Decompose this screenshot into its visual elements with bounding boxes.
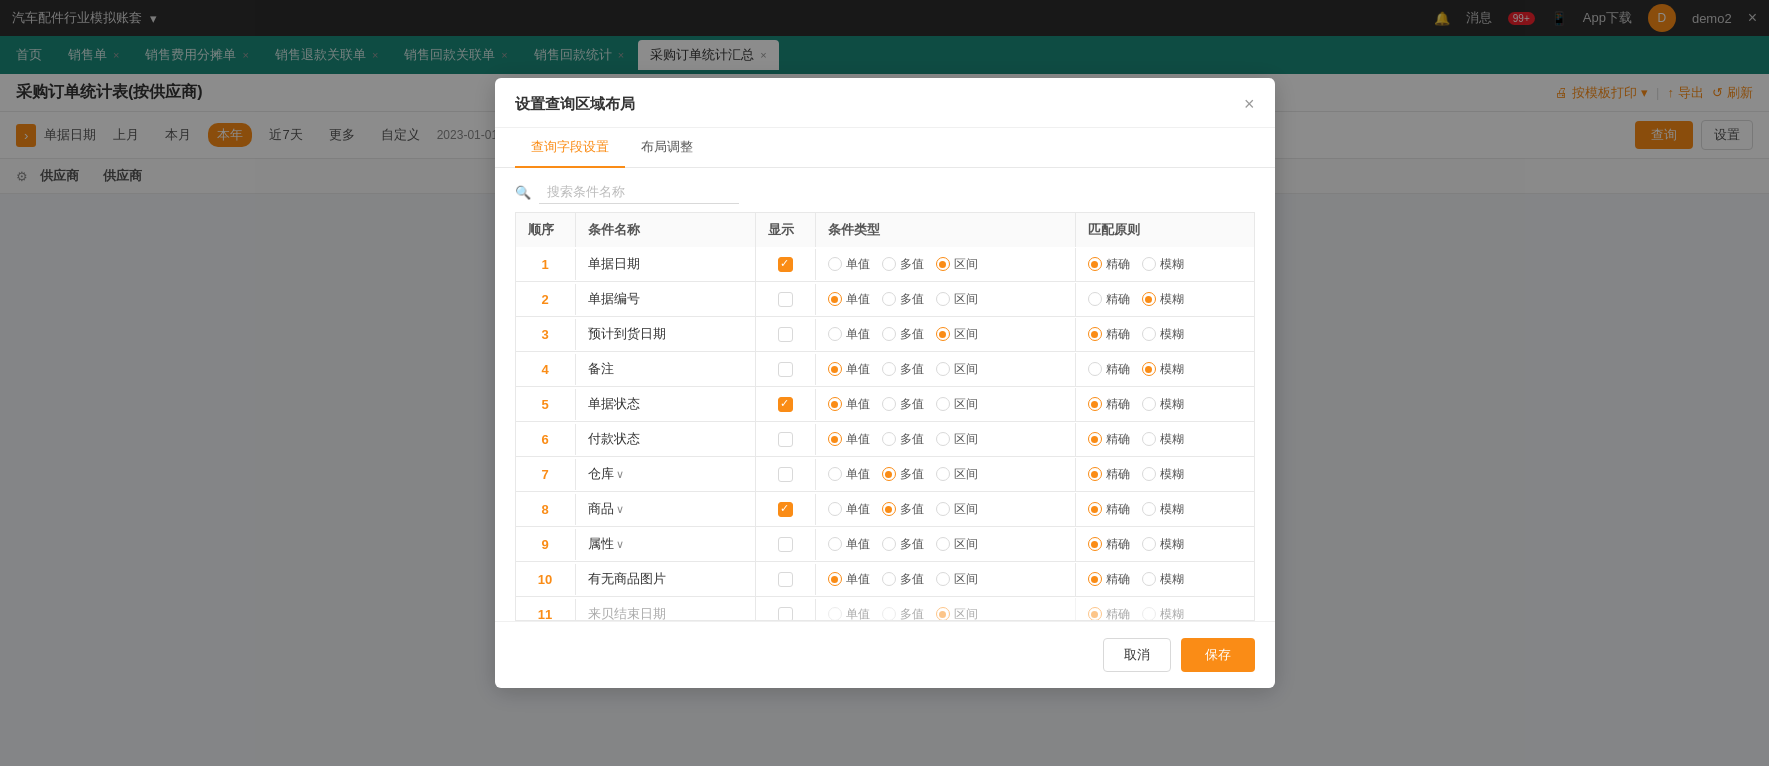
dialog-tab-layout-label: 布局调整 (641, 139, 693, 154)
dialog-tabs: 查询字段设置 布局调整 (495, 128, 1275, 168)
dialog-tab-layout[interactable]: 布局调整 (625, 128, 709, 168)
dialog-header: 设置查询区域布局 × (495, 78, 1275, 128)
search-icon: 🔍 (515, 185, 531, 195)
dialog-tab-query-fields[interactable]: 查询字段设置 (515, 128, 625, 168)
dialog-close-button[interactable]: × (1244, 94, 1255, 115)
search-input[interactable] (539, 180, 739, 194)
settings-dialog: 设置查询区域布局 × 查询字段设置 布局调整 🔍 顺序 条件名称 显示 条件类型 (495, 78, 1275, 194)
dialog-tab-query-fields-label: 查询字段设置 (531, 139, 609, 154)
dialog-title: 设置查询区域布局 (515, 95, 635, 114)
dialog-search-area: 🔍 (495, 168, 1275, 194)
modal-overlay: 设置查询区域布局 × 查询字段设置 布局调整 🔍 顺序 条件名称 显示 条件类型 (0, 0, 1769, 194)
